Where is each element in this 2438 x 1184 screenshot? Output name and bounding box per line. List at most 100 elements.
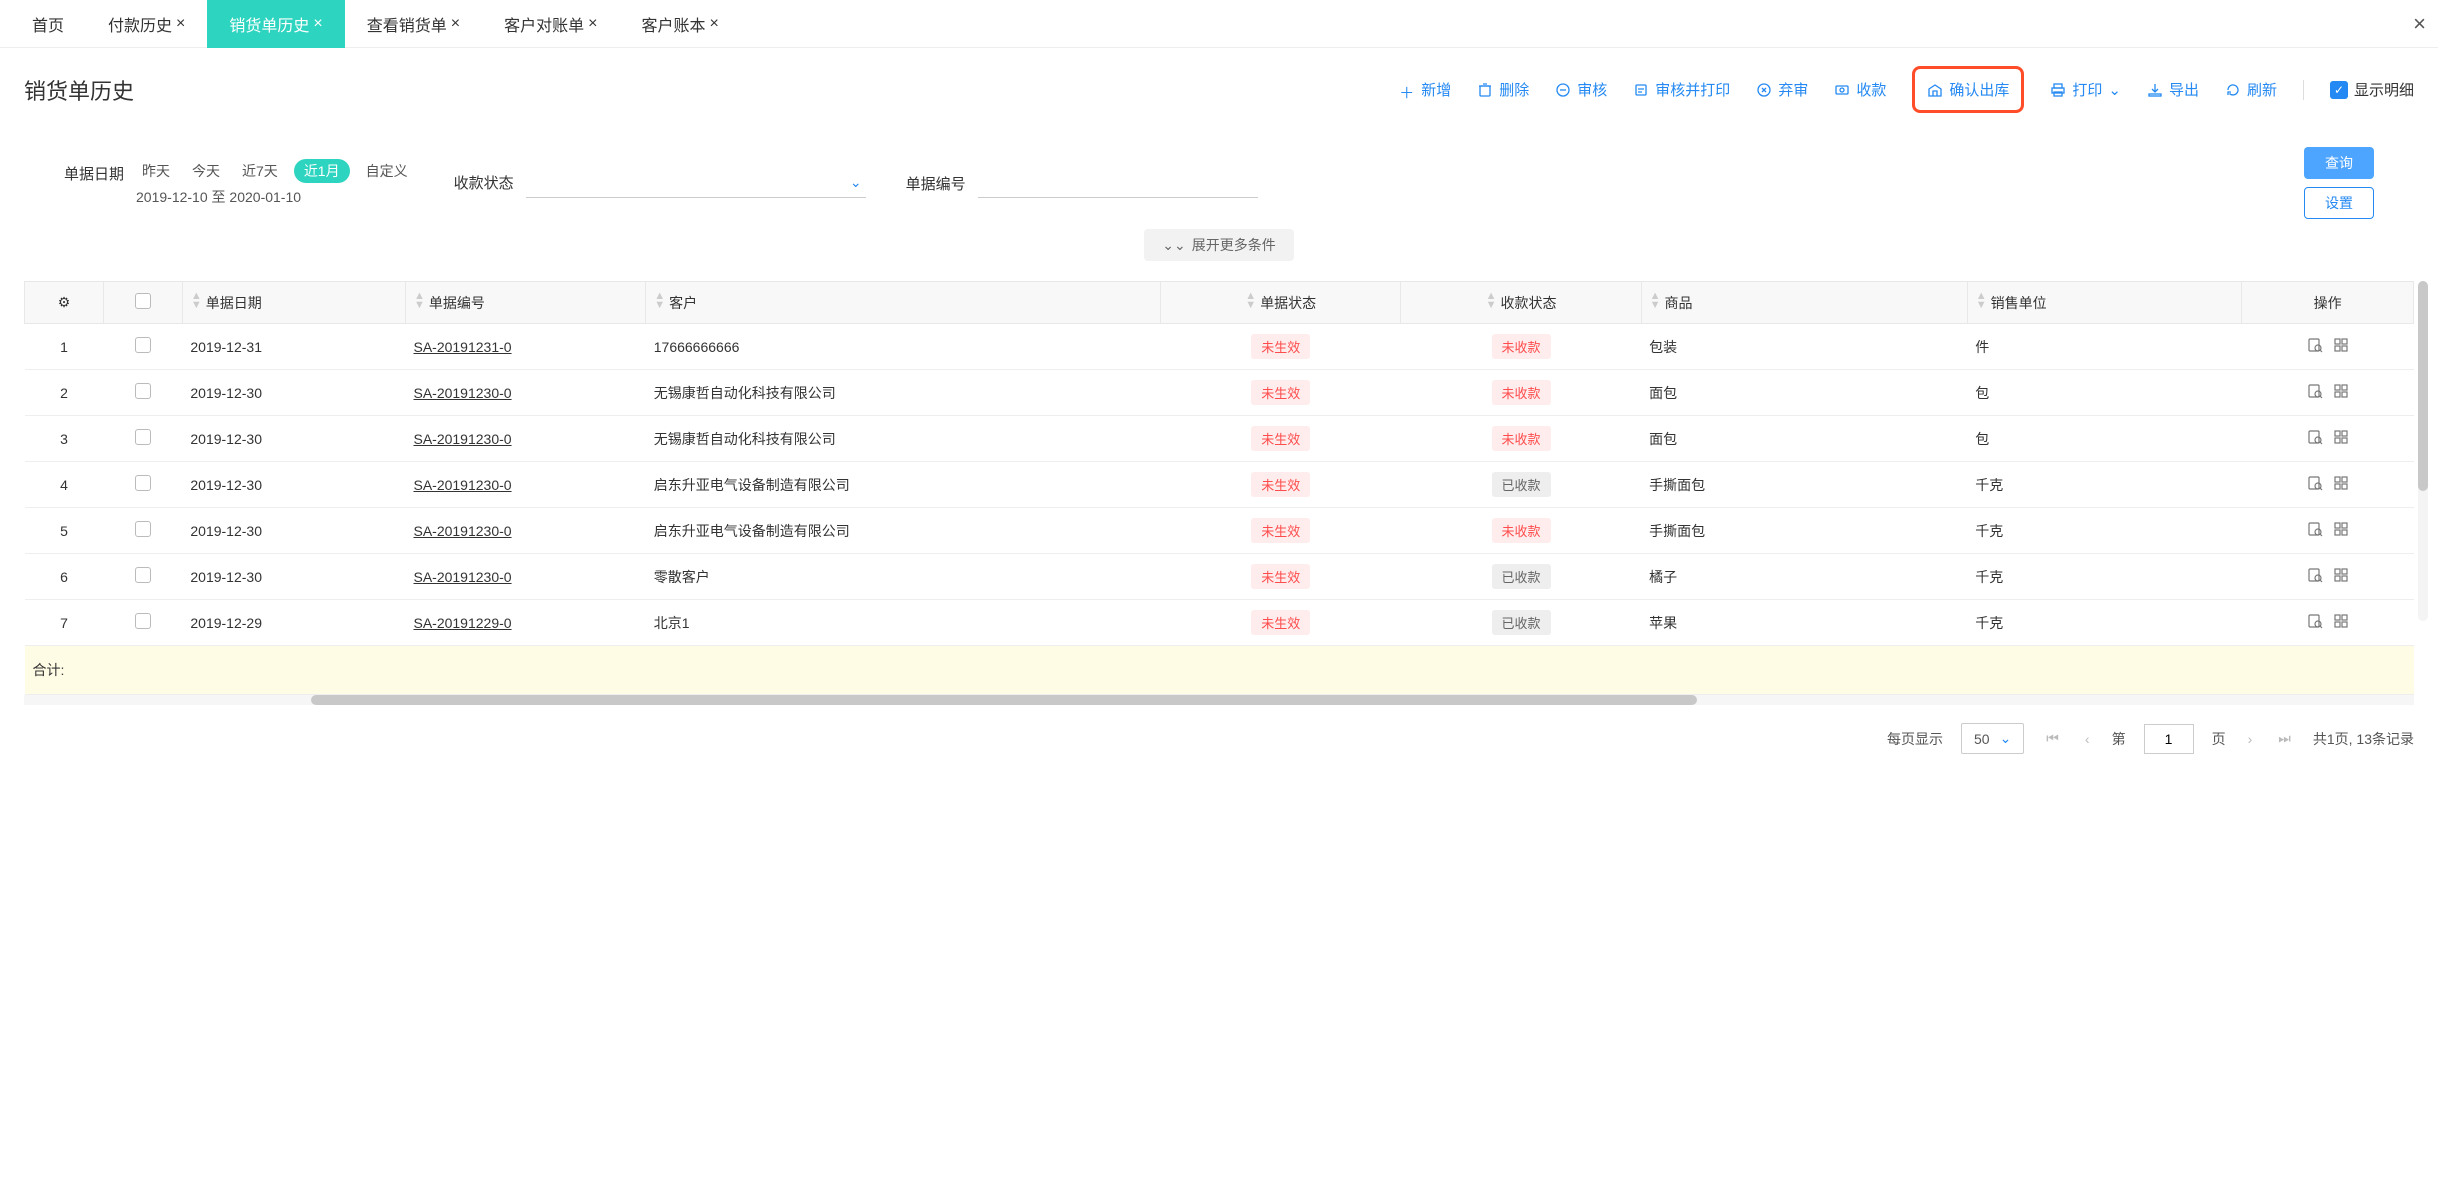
close-icon[interactable]: ×: [588, 15, 597, 33]
audit-button[interactable]: 审核: [1555, 79, 1607, 100]
row-index: 4: [25, 462, 104, 508]
col-customer[interactable]: ▲▼客户: [646, 282, 1161, 324]
more-icon[interactable]: [2333, 521, 2349, 540]
cell-doc-no[interactable]: SA-20191230-0: [405, 462, 645, 508]
filter-pay-status-label: 收款状态: [454, 168, 514, 193]
print-button[interactable]: 打印⌄: [2050, 79, 2121, 100]
close-icon[interactable]: ×: [176, 15, 185, 33]
unaudit-button[interactable]: 弃审: [1756, 79, 1808, 100]
more-icon[interactable]: [2333, 475, 2349, 494]
cell-doc-no[interactable]: SA-20191230-0: [405, 554, 645, 600]
preset-last-month[interactable]: 近1月: [294, 159, 350, 183]
more-icon[interactable]: [2333, 567, 2349, 586]
preset-today[interactable]: 今天: [186, 159, 226, 183]
cell-date: 2019-12-29: [182, 600, 405, 646]
vertical-scrollbar[interactable]: [2418, 281, 2428, 621]
cell-doc-no[interactable]: SA-20191231-0: [405, 324, 645, 370]
cell-actions: [2242, 554, 2414, 600]
col-date[interactable]: ▲▼单据日期: [182, 282, 405, 324]
more-icon[interactable]: [2333, 429, 2349, 448]
close-icon[interactable]: ×: [313, 15, 322, 33]
confirm-outbound-button[interactable]: 确认出库: [1912, 66, 2024, 113]
row-checkbox[interactable]: [103, 324, 182, 370]
horizontal-scrollbar[interactable]: [24, 695, 2414, 705]
row-index: 7: [25, 600, 104, 646]
delete-button[interactable]: 删除: [1477, 79, 1529, 100]
tab-customer-statement[interactable]: 客户对账单×: [482, 0, 619, 48]
row-checkbox[interactable]: [103, 508, 182, 554]
filter-date-label: 单据日期: [64, 159, 124, 184]
close-icon[interactable]: ×: [451, 15, 460, 33]
tab-view-sales[interactable]: 查看销货单×: [345, 0, 482, 48]
row-index: 6: [25, 554, 104, 600]
row-checkbox[interactable]: [103, 554, 182, 600]
close-icon[interactable]: ×: [709, 15, 718, 33]
col-product[interactable]: ▲▼商品: [1641, 282, 1967, 324]
pay-status-dropdown[interactable]: ⌄: [526, 168, 866, 198]
tab-sales-history[interactable]: 销货单历史×: [207, 0, 344, 48]
close-all-icon[interactable]: ×: [2413, 11, 2426, 37]
receive-button[interactable]: 收款: [1834, 79, 1886, 100]
preset-yesterday[interactable]: 昨天: [136, 159, 176, 183]
col-settings[interactable]: ⚙: [25, 282, 104, 324]
table-row[interactable]: 12019-12-31SA-20191231-017666666666未生效未收…: [25, 324, 2414, 370]
add-button[interactable]: ＋新增: [1399, 79, 1451, 100]
row-checkbox[interactable]: [103, 462, 182, 508]
prev-page-button[interactable]: ‹: [2081, 731, 2094, 747]
tab-payment-history[interactable]: 付款历史×: [86, 0, 207, 48]
table-row[interactable]: 52019-12-30SA-20191230-0启东升亚电气设备制造有限公司未生…: [25, 508, 2414, 554]
view-icon[interactable]: [2307, 613, 2323, 632]
view-icon[interactable]: [2307, 429, 2323, 448]
view-icon[interactable]: [2307, 337, 2323, 356]
cell-product: 面包: [1641, 416, 1967, 462]
preset-last7[interactable]: 近7天: [236, 159, 284, 183]
table-row[interactable]: 32019-12-30SA-20191230-0无锡康哲自动化科技有限公司未生效…: [25, 416, 2414, 462]
next-page-button[interactable]: ›: [2244, 731, 2257, 747]
refresh-button[interactable]: 刷新: [2225, 79, 2277, 100]
stamp-icon: [1555, 82, 1571, 98]
audit-print-button[interactable]: 审核并打印: [1633, 79, 1730, 100]
cell-doc-no[interactable]: SA-20191230-0: [405, 370, 645, 416]
table-row[interactable]: 42019-12-30SA-20191230-0启东升亚电气设备制造有限公司未生…: [25, 462, 2414, 508]
view-icon[interactable]: [2307, 521, 2323, 540]
more-icon[interactable]: [2333, 337, 2349, 356]
preset-custom[interactable]: 自定义: [360, 159, 414, 183]
more-icon[interactable]: [2333, 383, 2349, 402]
view-icon[interactable]: [2307, 383, 2323, 402]
col-unit[interactable]: ▲▼销售单位: [1967, 282, 2242, 324]
col-doc-status[interactable]: ▲▼单据状态: [1161, 282, 1401, 324]
query-button[interactable]: 查询: [2304, 147, 2374, 179]
col-pay-status[interactable]: ▲▼收款状态: [1401, 282, 1641, 324]
show-detail-toggle[interactable]: ✓显示明细: [2330, 79, 2414, 100]
scrollbar-thumb[interactable]: [311, 695, 1697, 705]
row-checkbox[interactable]: [103, 600, 182, 646]
settings-button[interactable]: 设置: [2304, 187, 2374, 219]
col-doc-no[interactable]: ▲▼单据编号: [405, 282, 645, 324]
table-row[interactable]: 22019-12-30SA-20191230-0无锡康哲自动化科技有限公司未生效…: [25, 370, 2414, 416]
row-checkbox[interactable]: [103, 416, 182, 462]
cell-doc-no[interactable]: SA-20191229-0: [405, 600, 645, 646]
first-page-button[interactable]: ⏮: [2042, 730, 2063, 747]
cell-customer: 无锡康哲自动化科技有限公司: [646, 370, 1161, 416]
more-icon[interactable]: [2333, 613, 2349, 632]
last-page-button[interactable]: ⏭: [2274, 730, 2295, 747]
table-row[interactable]: 62019-12-30SA-20191230-0零散客户未生效已收款橘子千克: [25, 554, 2414, 600]
tab-customer-ledger[interactable]: 客户账本×: [619, 0, 740, 48]
view-icon[interactable]: [2307, 567, 2323, 586]
view-icon[interactable]: [2307, 475, 2323, 494]
tab-home[interactable]: 首页: [10, 0, 86, 48]
page-input[interactable]: [2144, 724, 2194, 754]
cell-actions: [2242, 324, 2414, 370]
cell-doc-no[interactable]: SA-20191230-0: [405, 508, 645, 554]
cell-doc-no[interactable]: SA-20191230-0: [405, 416, 645, 462]
date-range-display: 2019-12-10 至 2020-01-10: [136, 187, 414, 207]
page-size-select[interactable]: 50⌄: [1961, 723, 2024, 754]
col-select-all[interactable]: [103, 282, 182, 324]
scrollbar-thumb[interactable]: [2418, 281, 2428, 491]
export-button[interactable]: 导出: [2147, 79, 2199, 100]
row-checkbox[interactable]: [103, 370, 182, 416]
table-row[interactable]: 72019-12-29SA-20191229-0北京1未生效已收款苹果千克: [25, 600, 2414, 646]
expand-more-button[interactable]: ⌄⌄展开更多条件: [1144, 229, 1293, 261]
totals-row: 合计:: [25, 646, 2414, 695]
doc-no-input[interactable]: [978, 169, 1258, 198]
